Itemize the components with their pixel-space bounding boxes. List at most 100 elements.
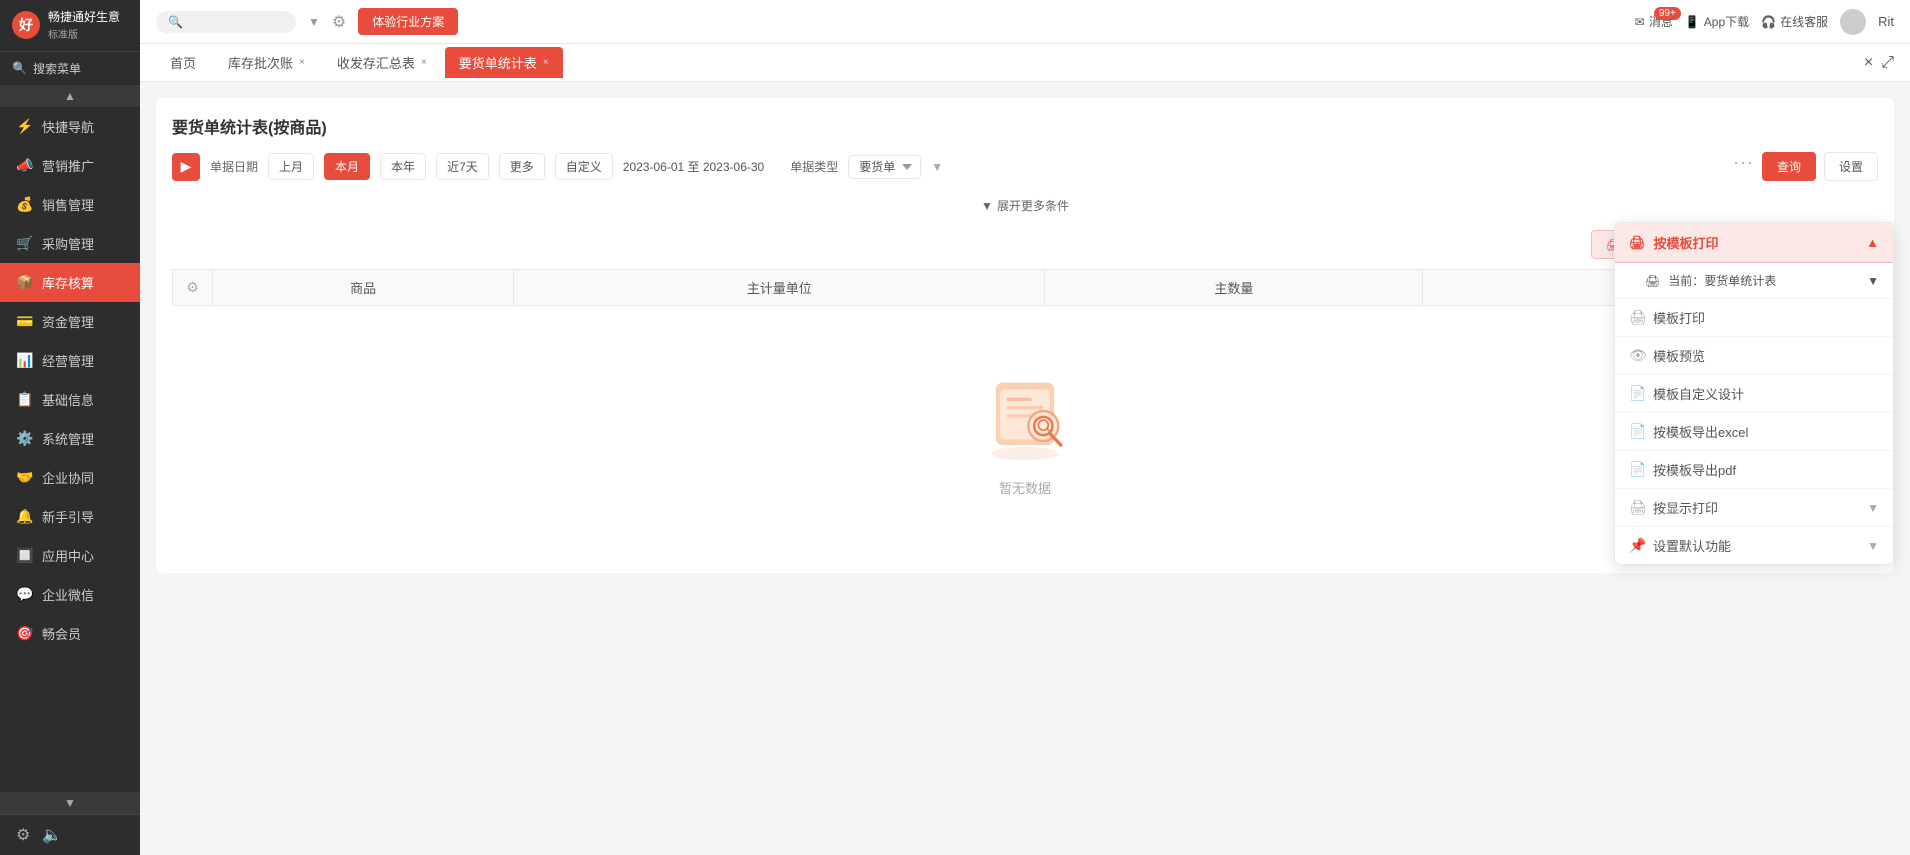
filter-expand-button[interactable]: ▶: [172, 153, 200, 181]
messages-btn[interactable]: ✉ 消息 99+: [1635, 13, 1673, 30]
dropdown-current-expand: ▼: [1867, 274, 1879, 288]
user-avatar[interactable]: [1840, 9, 1866, 35]
dropdown-current-icon: 🖨: [1645, 274, 1660, 288]
page-area: 要货单统计表(按商品) ▶ 单据日期 上月 本月 本年 近7天 更多 自定义 2…: [140, 82, 1910, 855]
wechat-icon: 💬: [16, 586, 34, 603]
settings-footer-icon[interactable]: ⚙: [16, 825, 30, 845]
date-current-year-btn[interactable]: 本年: [380, 153, 426, 180]
sidebar-scroll-down[interactable]: ▼: [0, 792, 140, 814]
col-settings[interactable]: ⚙: [173, 270, 213, 306]
tab-order-stats-close[interactable]: ×: [543, 57, 549, 68]
tab-receipt-summary-close[interactable]: ×: [421, 57, 427, 68]
template-custom-icon: 📄: [1629, 385, 1645, 402]
dropdown-item-template-preview[interactable]: 👁 模板预览: [1615, 337, 1893, 375]
dropdown-item-export-pdf[interactable]: 📄 按模板导出pdf: [1615, 451, 1893, 489]
sidebar-item-label: 新手引导: [42, 507, 94, 526]
sidebar-item-inventory[interactable]: 📦 库存核算: [0, 263, 140, 302]
marketing-icon: 📣: [16, 157, 34, 174]
sidebar-item-marketing[interactable]: 📣 营销推广: [0, 146, 140, 185]
template-preview-label: 模板预览: [1653, 346, 1705, 365]
default-setting-label: 设置默认功能: [1653, 536, 1731, 555]
sidebar-scroll-up[interactable]: ▲: [0, 85, 140, 107]
dropdown-item-left: 📄 按模板导出pdf: [1629, 460, 1736, 479]
sidebar-item-appstore[interactable]: 🔲 应用中心: [0, 536, 140, 575]
dropdown-item-left: 🖨 模板打印: [1629, 308, 1705, 327]
online-service-btn[interactable]: 🎧 在线客服: [1761, 13, 1828, 30]
sidebar-item-label: 资金管理: [42, 312, 94, 331]
tab-receipt-summary[interactable]: 收发存汇总表 ×: [323, 47, 441, 78]
expand-more-bar[interactable]: ▼ 展开更多条件: [172, 191, 1878, 220]
date-more-btn[interactable]: 更多: [499, 153, 545, 180]
tab-inventory-batch[interactable]: 库存批次账 ×: [214, 47, 319, 78]
type-select[interactable]: 要货单: [848, 155, 921, 179]
tab-inventory-batch-close[interactable]: ×: [299, 57, 305, 68]
tabs-bar: 首页 库存批次账 × 收发存汇总表 × 要货单统计表 × × ⤢: [140, 44, 1910, 82]
quick-nav-icon: ⚡: [16, 118, 34, 135]
finance-icon: 💳: [16, 313, 34, 330]
dropdown-item-template-print[interactable]: 🖨 模板打印: [1615, 299, 1893, 337]
date-prev-month-btn[interactable]: 上月: [268, 153, 314, 180]
more-options-icon[interactable]: ···: [1733, 152, 1754, 181]
template-preview-icon: 👁: [1629, 347, 1645, 364]
sidebar-item-member[interactable]: 🎯 畅会员: [0, 614, 140, 653]
sidebar-item-quick-nav[interactable]: ⚡ 快捷导航: [0, 107, 140, 146]
sidebar-item-label: 库存核算: [42, 273, 94, 292]
date-current-month-btn[interactable]: 本月: [324, 153, 370, 180]
dropdown-item-export-excel[interactable]: 📄 按模板导出excel: [1615, 413, 1893, 451]
sidebar-item-label: 快捷导航: [42, 117, 94, 136]
tab-order-stats[interactable]: 要货单统计表 ×: [445, 47, 563, 78]
sidebar-item-label: 营销推广: [42, 156, 94, 175]
sidebar-item-basic[interactable]: 📋 基础信息: [0, 380, 140, 419]
date-custom-btn[interactable]: 自定义: [555, 153, 613, 180]
sidebar-item-wechat[interactable]: 💬 企业微信: [0, 575, 140, 614]
date-last-7days-btn[interactable]: 近7天: [436, 153, 489, 180]
sidebar-item-label: 应用中心: [42, 546, 94, 565]
sidebar-search-label: 搜索菜单: [33, 60, 81, 77]
query-button[interactable]: 查询: [1762, 152, 1816, 181]
export-excel-icon: 📄: [1629, 423, 1645, 440]
sidebar-item-finance[interactable]: 💳 资金管理: [0, 302, 140, 341]
sidebar-item-label: 企业协同: [42, 468, 94, 487]
dropdown-item-template-custom[interactable]: 📄 模板自定义设计: [1615, 375, 1893, 413]
display-print-icon: 🖨: [1629, 499, 1645, 516]
inventory-icon: 📦: [16, 274, 34, 291]
order-type-dropdown-icon: ▼: [931, 160, 943, 174]
dropdown-collapse-icon[interactable]: ▲: [1866, 235, 1879, 250]
sidebar-item-system[interactable]: ⚙️ 系统管理: [0, 419, 140, 458]
sidebar-item-guide[interactable]: 🔔 新手引导: [0, 497, 140, 536]
sidebar-item-operation[interactable]: 📊 经营管理: [0, 341, 140, 380]
volume-footer-icon[interactable]: 🔈: [42, 825, 62, 845]
table-settings-icon[interactable]: ⚙: [186, 279, 199, 295]
expand-more-label: 展开更多条件: [997, 197, 1069, 214]
app-download-btn[interactable]: 📱 App下载: [1685, 13, 1749, 30]
tab-receipt-summary-label: 收发存汇总表: [337, 53, 415, 72]
header-search-icon: 🔍: [168, 15, 183, 29]
member-icon: 🎯: [16, 625, 34, 642]
dropdown-current-item[interactable]: 🖨 当前：要货单统计表 ▼: [1615, 263, 1893, 299]
header-settings-icon[interactable]: ⚙: [332, 12, 346, 32]
app-download-label: App下载: [1704, 13, 1749, 30]
sidebar-item-label: 畅会员: [42, 624, 81, 643]
sales-icon: 💰: [16, 196, 34, 213]
settings-button[interactable]: 设置: [1824, 152, 1878, 181]
sidebar-item-collab[interactable]: 🤝 企业协同: [0, 458, 140, 497]
app-name-block: 畅捷通好生意 标准版: [48, 10, 120, 41]
header-search-box[interactable]: 🔍: [156, 11, 296, 33]
dropdown-item-default-setting[interactable]: 📌 设置默认功能 ▼: [1615, 527, 1893, 564]
window-close-btn[interactable]: ×: [1864, 54, 1873, 72]
sidebar-item-purchase[interactable]: 🛒 采购管理: [0, 224, 140, 263]
headset-icon: 🎧: [1761, 15, 1776, 29]
header-dropdown-icon[interactable]: ▼: [308, 15, 320, 29]
tab-home[interactable]: 首页: [156, 47, 210, 78]
dropdown-print-icon: 🖨: [1629, 235, 1646, 251]
system-icon: ⚙️: [16, 430, 34, 447]
dropdown-item-display-print[interactable]: 🖨 按显示打印 ▼: [1615, 489, 1893, 527]
sidebar-search[interactable]: 🔍 搜索菜单: [0, 52, 140, 85]
top-header: 🔍 ▼ ⚙ 体验行业方案 ✉ 消息 99+ 📱 App下载 🎧 在线客服 Rit: [140, 0, 1910, 44]
empty-state-text: 暂无数据: [999, 478, 1051, 497]
dropdown-item-left: 📄 按模板导出excel: [1629, 422, 1748, 441]
window-maximize-btn[interactable]: ⤢: [1881, 54, 1894, 72]
trial-button[interactable]: 体验行业方案: [358, 8, 458, 35]
sidebar-item-sales[interactable]: 💰 销售管理: [0, 185, 140, 224]
col-quantity: 主数量: [1045, 270, 1423, 306]
